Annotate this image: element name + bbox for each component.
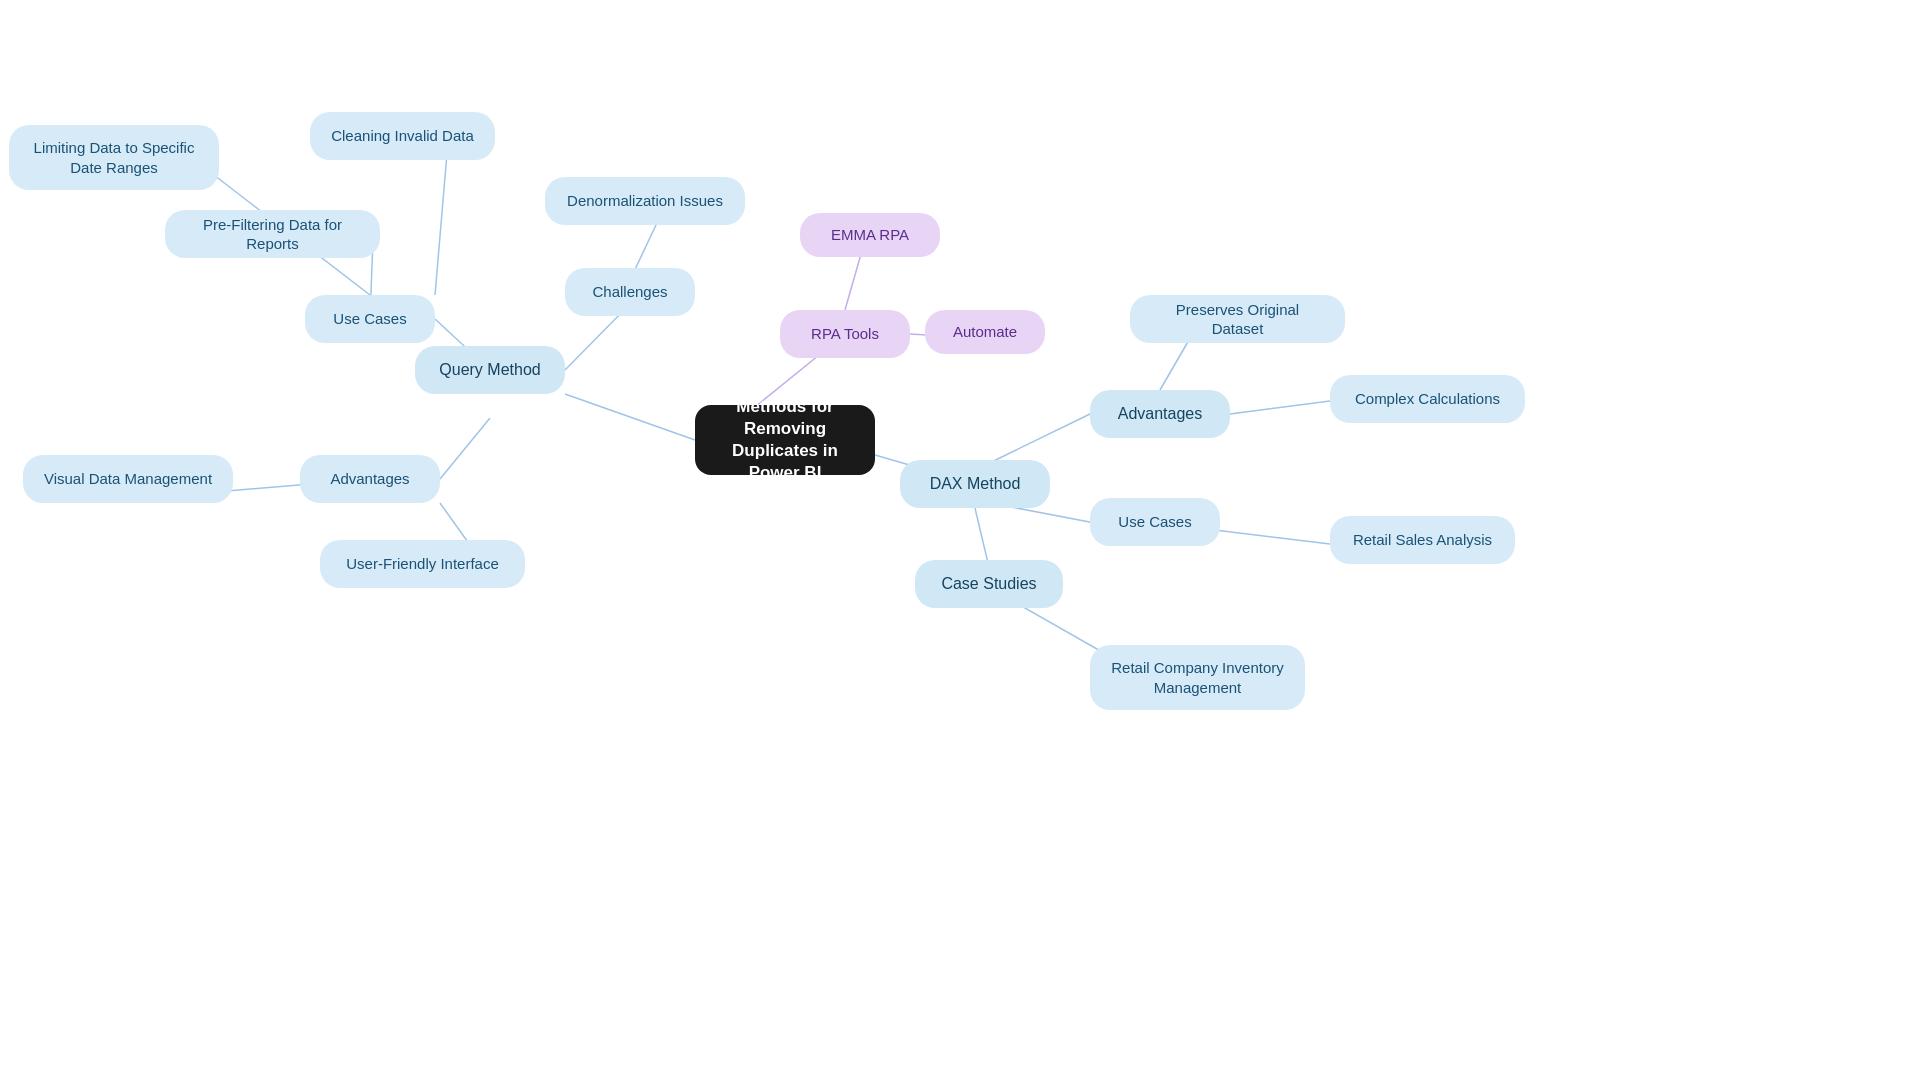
preserves-original-node: Preserves Original Dataset [1130, 295, 1345, 343]
svg-line-18 [1230, 401, 1330, 414]
case-studies-node: Case Studies [915, 560, 1063, 608]
challenges-node: Challenges [565, 268, 695, 316]
dax-advantages-node: Advantages [1090, 390, 1230, 438]
svg-line-16 [975, 508, 988, 563]
visual-data-management-node: Visual Data Management [23, 455, 233, 503]
svg-line-3 [440, 418, 490, 479]
query-advantages-node: Advantages [300, 455, 440, 503]
query-method-node: Query Method [415, 346, 565, 394]
svg-line-0 [565, 394, 695, 440]
retail-sales-node: Retail Sales Analysis [1330, 516, 1515, 564]
svg-line-7 [440, 503, 470, 545]
emma-rpa-node: EMMA RPA [800, 213, 940, 257]
svg-line-10 [435, 142, 448, 295]
center-node: Methods for Removing Duplicates in Power… [695, 405, 875, 475]
user-friendly-interface-node: User-Friendly Interface [320, 540, 525, 588]
retail-inventory-node: Retail Company Inventory Management [1090, 645, 1305, 710]
use-cases-query-node: Use Cases [305, 295, 435, 343]
limiting-data-node: Limiting Data to Specific Date Ranges [9, 125, 219, 190]
dax-method-node: DAX Method [900, 460, 1050, 508]
dax-use-cases-node: Use Cases [1090, 498, 1220, 546]
complex-calculations-node: Complex Calculations [1330, 375, 1525, 423]
denormalization-node: Denormalization Issues [545, 177, 745, 225]
automate-node: Automate [925, 310, 1045, 354]
pre-filtering-node: Pre-Filtering Data for Reports [165, 210, 380, 258]
cleaning-invalid-node: Cleaning Invalid Data [310, 112, 495, 160]
rpa-tools-node: RPA Tools [780, 310, 910, 358]
